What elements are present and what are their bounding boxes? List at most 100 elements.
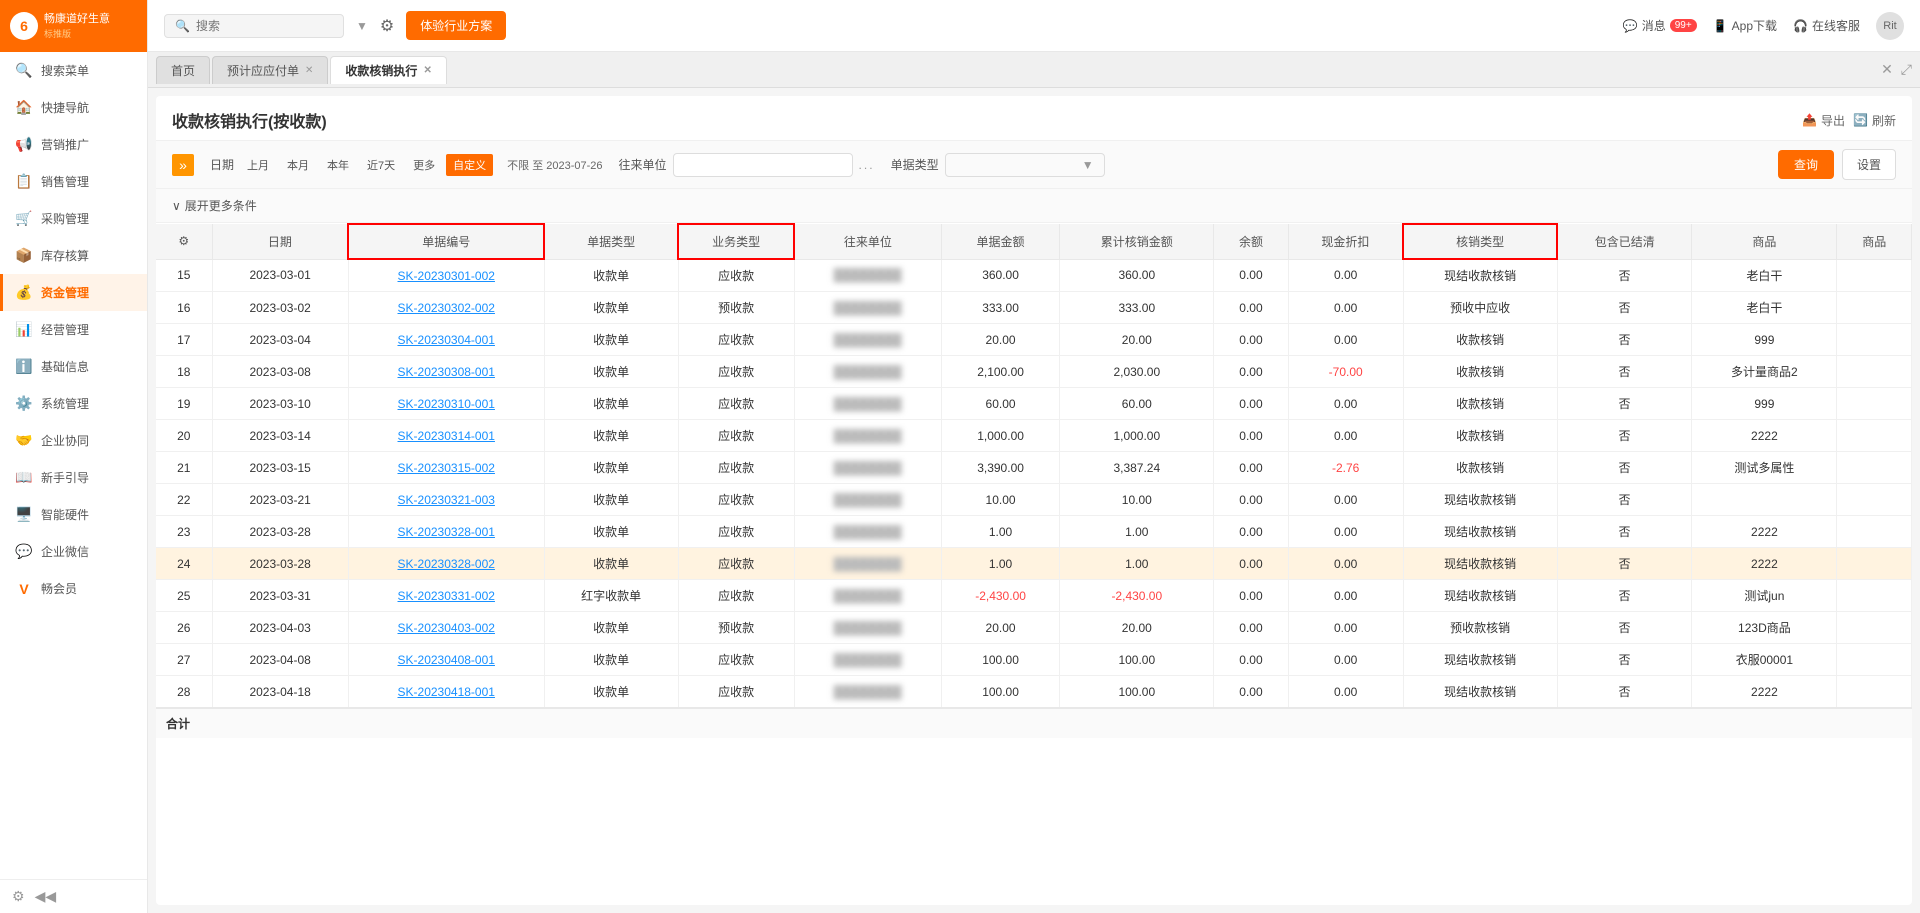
- refresh-button[interactable]: 🔄 刷新: [1853, 112, 1896, 129]
- cell-doc-no: SK-20230302-002: [348, 292, 544, 324]
- tab-close-icon[interactable]: ✕: [305, 65, 313, 76]
- th-date[interactable]: 日期: [212, 224, 348, 259]
- cell-date: 2023-03-08: [212, 356, 348, 388]
- cell-biz-type: 应收款: [678, 324, 794, 356]
- tab-close-icon[interactable]: ✕: [423, 65, 431, 76]
- partner-input[interactable]: [673, 153, 853, 177]
- cell-balance: 0.00: [1214, 388, 1288, 420]
- cell-doc-type: 收款单: [544, 420, 678, 452]
- collapse-icon[interactable]: ◀◀: [35, 888, 57, 905]
- hardware-icon: 🖥️: [15, 506, 33, 523]
- sidebar-item-operation[interactable]: 📊 经营管理: [0, 311, 147, 348]
- cell-cash-discount: 0.00: [1288, 292, 1403, 324]
- export-icon: 📤: [1802, 113, 1817, 127]
- table-row: 25 2023-03-31 SK-20230331-002 红字收款单 应收款 …: [156, 580, 1912, 612]
- settings-icon[interactable]: ⚙: [12, 888, 25, 905]
- app-download-button[interactable]: 📱 App下载: [1713, 17, 1777, 34]
- cell-partner: ████████: [794, 516, 941, 548]
- cell-goods: 123D商品: [1692, 612, 1837, 644]
- cell-doc-type: 收款单: [544, 324, 678, 356]
- sidebar-item-guide[interactable]: 📖 新手引导: [0, 459, 147, 496]
- th-biz-type[interactable]: 业务类型: [678, 224, 794, 259]
- th-balance[interactable]: 余额: [1214, 224, 1288, 259]
- sidebar-item-quicknav[interactable]: 🏠 快捷导航: [0, 89, 147, 126]
- cell-partner: ████████: [794, 388, 941, 420]
- chevron-down-icon[interactable]: ▼: [356, 19, 368, 33]
- tab-collection[interactable]: 收款核销执行 ✕: [330, 56, 446, 84]
- sidebar-item-search[interactable]: 🔍 搜索菜单: [0, 52, 147, 89]
- settings-button[interactable]: 设置: [1842, 149, 1896, 180]
- gear-icon[interactable]: ⚙: [380, 16, 394, 36]
- cell-doc-no: SK-20230328-002: [348, 548, 544, 580]
- th-offset-type[interactable]: 核销类型: [1403, 224, 1557, 259]
- tab-home[interactable]: 首页: [156, 56, 210, 84]
- sidebar-item-basic[interactable]: ℹ️ 基础信息: [0, 348, 147, 385]
- close-window-icon[interactable]: ✕: [1881, 61, 1893, 78]
- more-date-btn[interactable]: 更多: [406, 154, 442, 176]
- cell-include-settled: 否: [1557, 356, 1692, 388]
- th-goods2[interactable]: 商品: [1837, 224, 1912, 259]
- cell-amount: 20.00: [941, 324, 1060, 356]
- sidebar-item-member[interactable]: V 畅会员: [0, 570, 147, 607]
- last-7-days-btn[interactable]: 近7天: [360, 154, 402, 176]
- th-include-settled[interactable]: 包含已结清: [1557, 224, 1692, 259]
- messages-button[interactable]: 💬 消息 99+: [1623, 17, 1697, 34]
- cell-date: 2023-03-01: [212, 259, 348, 292]
- cell-goods: 多计量商品2: [1692, 356, 1837, 388]
- topbar-search[interactable]: 🔍: [164, 14, 344, 38]
- th-goods[interactable]: 商品: [1692, 224, 1837, 259]
- industry-solution-button[interactable]: 体验行业方案: [406, 11, 506, 40]
- custom-date-btn[interactable]: 自定义: [446, 154, 493, 176]
- th-doc-no[interactable]: 单据编号: [348, 224, 544, 259]
- th-settings[interactable]: ⚙: [156, 224, 212, 259]
- sidebar-item-system[interactable]: ⚙️ 系统管理: [0, 385, 147, 422]
- last-month-btn[interactable]: 上月: [240, 154, 276, 176]
- query-button[interactable]: 查询: [1778, 150, 1834, 179]
- th-accum-amount[interactable]: 累计核销金额: [1060, 224, 1214, 259]
- sidebar-item-inventory[interactable]: 📦 库存核算: [0, 237, 147, 274]
- this-month-btn[interactable]: 本月: [280, 154, 316, 176]
- cell-biz-type: 应收款: [678, 420, 794, 452]
- expand-more-button[interactable]: ∨ 展开更多条件: [172, 193, 1896, 218]
- th-amount[interactable]: 单据金额: [941, 224, 1060, 259]
- cell-include-settled: 否: [1557, 612, 1692, 644]
- sidebar-item-purchase[interactable]: 🛒 采购管理: [0, 200, 147, 237]
- home-icon: 🏠: [15, 99, 33, 116]
- cell-biz-type: 应收款: [678, 548, 794, 580]
- cell-offset-type: 收款核销: [1403, 388, 1557, 420]
- filter-partner-group: 往来单位 ...: [619, 153, 875, 177]
- sidebar-item-enterprise[interactable]: 🤝 企业协同: [0, 422, 147, 459]
- cell-accum-amount: 10.00: [1060, 484, 1214, 516]
- th-partner[interactable]: 往来单位: [794, 224, 941, 259]
- th-cash-discount[interactable]: 现金折扣: [1288, 224, 1403, 259]
- cell-doc-no: SK-20230408-001: [348, 644, 544, 676]
- sidebar-item-marketing[interactable]: 📢 营销推广: [0, 126, 147, 163]
- online-service-button[interactable]: 🎧 在线客服: [1793, 17, 1860, 34]
- maximize-icon[interactable]: ⤢: [1901, 61, 1912, 78]
- this-year-btn[interactable]: 本年: [320, 154, 356, 176]
- export-button[interactable]: 📤 导出: [1802, 112, 1845, 129]
- tab-receivable[interactable]: 预计应应付单 ✕: [212, 56, 328, 84]
- sidebar-item-label: 营销推广: [41, 136, 89, 153]
- sidebar-item-finance[interactable]: 💰 资金管理: [0, 274, 147, 311]
- cell-balance: 0.00: [1214, 484, 1288, 516]
- cell-biz-type: 应收款: [678, 259, 794, 292]
- cell-cash-discount: 0.00: [1288, 612, 1403, 644]
- filter-toggle-button[interactable]: »: [172, 154, 194, 176]
- sidebar-item-hardware[interactable]: 🖥️ 智能硬件: [0, 496, 147, 533]
- cell-accum-amount: 100.00: [1060, 644, 1214, 676]
- cell-cash-discount: 0.00: [1288, 259, 1403, 292]
- sidebar-item-sales[interactable]: 📋 销售管理: [0, 163, 147, 200]
- cell-include-settled: 否: [1557, 259, 1692, 292]
- cell-partner: ████████: [794, 676, 941, 709]
- cell-goods2: [1837, 484, 1912, 516]
- search-input[interactable]: [196, 19, 296, 33]
- user-avatar[interactable]: Rit: [1876, 12, 1904, 40]
- doctype-select[interactable]: ▼: [945, 153, 1105, 177]
- tab-collection-label: 收款核销执行: [345, 62, 417, 79]
- sidebar-item-wechat[interactable]: 💬 企业微信: [0, 533, 147, 570]
- cell-biz-type: 应收款: [678, 452, 794, 484]
- more-filters-dots[interactable]: ...: [859, 158, 875, 172]
- th-doc-type[interactable]: 单据类型: [544, 224, 678, 259]
- cell-partner: ████████: [794, 452, 941, 484]
